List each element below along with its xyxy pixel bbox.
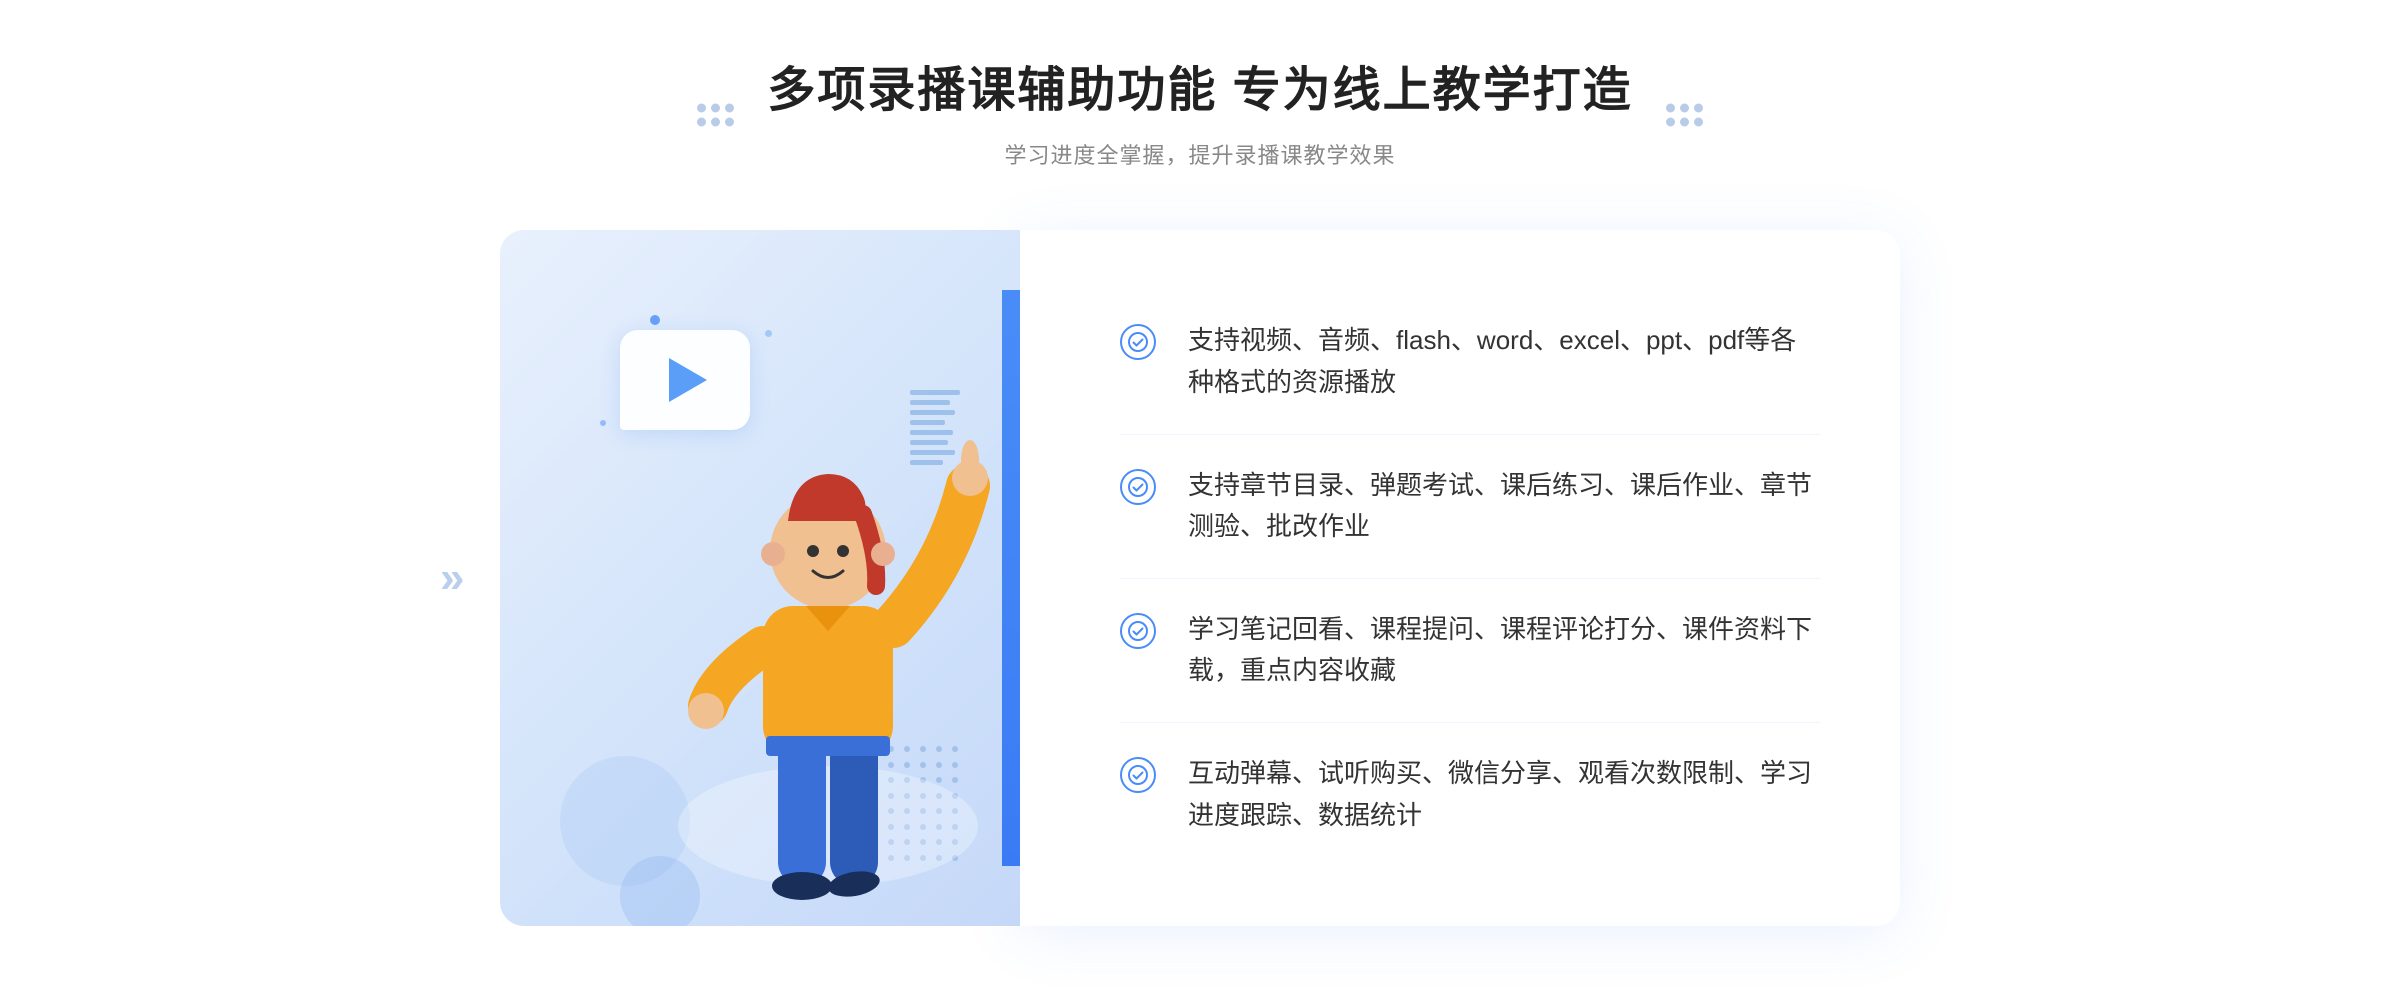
content-section: » xyxy=(500,230,1900,926)
feature-item-4: 互动弹幕、试听购买、微信分享、观看次数限制、学习进度跟踪、数据统计 xyxy=(1120,723,1820,866)
check-icon-4 xyxy=(1120,757,1156,793)
check-icon-1 xyxy=(1120,324,1156,360)
page-subtitle: 学习进度全掌握，提升录播课教学效果 xyxy=(767,138,1632,170)
check-icon-3 xyxy=(1120,613,1156,649)
person-illustration xyxy=(658,366,998,926)
dot xyxy=(697,104,706,113)
feature-text-3: 学习笔记回看、课程提问、课程评论打分、课件资料下载，重点内容收藏 xyxy=(1188,609,1820,692)
sparkle-dot-3 xyxy=(600,420,606,426)
header-section: 多项录播课辅助功能 专为线上教学打造 学习进度全掌握，提升录播课教学效果 xyxy=(767,60,1632,170)
blue-strip xyxy=(1002,290,1020,866)
dot xyxy=(711,118,720,127)
feature-item-1: 支持视频、音频、flash、word、excel、ppt、pdf等各种格式的资源… xyxy=(1120,290,1820,434)
dot xyxy=(725,104,734,113)
header-dots-left xyxy=(697,104,734,127)
page-wrapper: 多项录播课辅助功能 专为线上教学打造 学习进度全掌握，提升录播课教学效果 » xyxy=(0,0,2400,1006)
illustration-area xyxy=(500,230,1020,926)
dot xyxy=(1694,118,1703,127)
dot xyxy=(1680,118,1689,127)
features-card: 支持视频、音频、flash、word、excel、ppt、pdf等各种格式的资源… xyxy=(1020,230,1900,926)
feature-text-4: 互动弹幕、试听购买、微信分享、观看次数限制、学习进度跟踪、数据统计 xyxy=(1188,753,1820,836)
dot xyxy=(1666,104,1675,113)
page-title: 多项录播课辅助功能 专为线上教学打造 xyxy=(767,60,1632,122)
dot xyxy=(1694,104,1703,113)
dot xyxy=(725,118,734,127)
dot xyxy=(1680,104,1689,113)
check-icon-2 xyxy=(1120,469,1156,505)
header-dots-right xyxy=(1666,104,1703,127)
feature-item-2: 支持章节目录、弹题考试、课后练习、课后作业、章节测验、批改作业 xyxy=(1120,435,1820,579)
dot xyxy=(1666,118,1675,127)
page-chevron-left: » xyxy=(440,553,456,603)
feature-text-2: 支持章节目录、弹题考试、课后练习、课后作业、章节测验、批改作业 xyxy=(1188,465,1820,548)
dot xyxy=(711,104,720,113)
feature-text-1: 支持视频、音频、flash、word、excel、ppt、pdf等各种格式的资源… xyxy=(1188,320,1820,403)
dot xyxy=(697,118,706,127)
sparkle-dot-2 xyxy=(765,330,772,337)
sparkle-dot-1 xyxy=(650,315,660,325)
feature-item-3: 学习笔记回看、课程提问、课程评论打分、课件资料下载，重点内容收藏 xyxy=(1120,579,1820,723)
